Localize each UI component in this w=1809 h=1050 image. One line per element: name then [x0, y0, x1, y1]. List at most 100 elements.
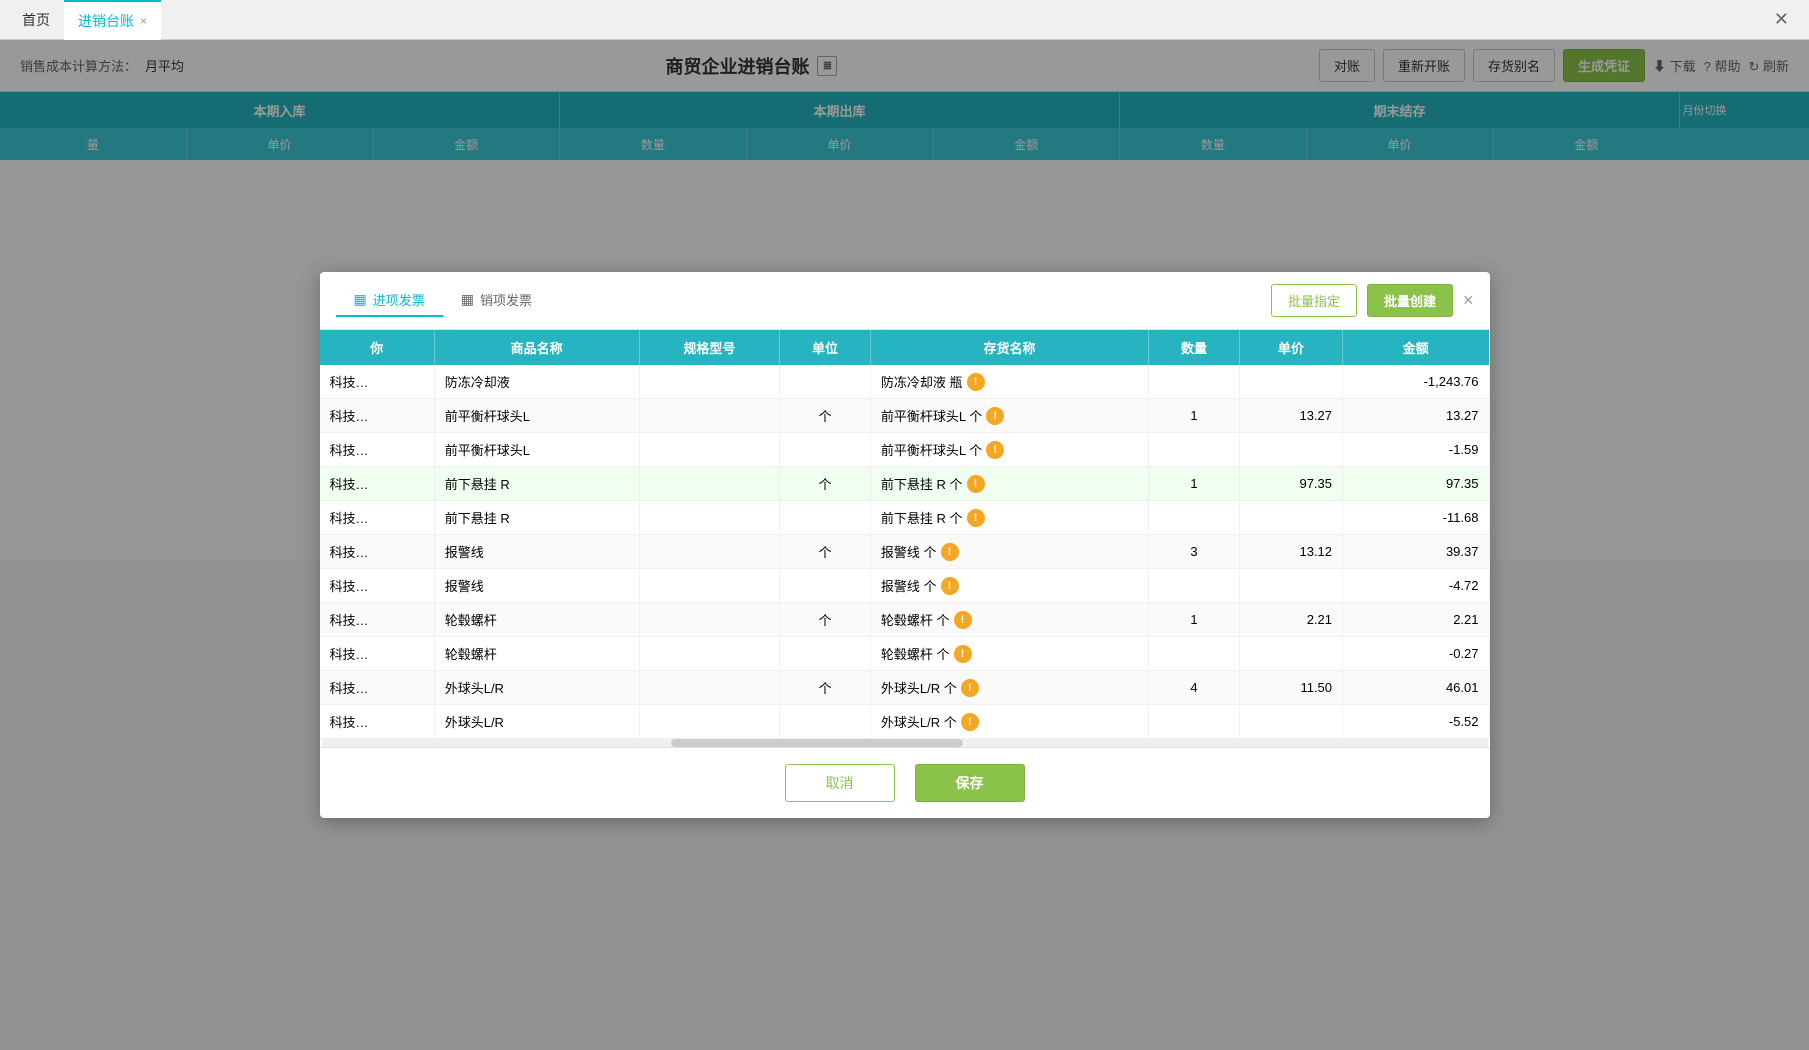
- modal-overlay: ▦ 进项发票 ▦ 销项发票 批量指定 批量创建 ×: [0, 40, 1809, 1050]
- cell-spec: [639, 535, 780, 569]
- cell-unit-price: 2.21: [1239, 603, 1342, 637]
- window-close-button[interactable]: ✕: [1762, 9, 1801, 30]
- cell-product-name: 报警线: [434, 569, 639, 603]
- cell-spec: [639, 637, 780, 671]
- modal-header-right: 批量指定 批量创建 ×: [1271, 284, 1474, 317]
- cell-supplier: 科技…: [320, 569, 435, 603]
- cell-quantity: 1: [1149, 603, 1240, 637]
- cell-spec: [639, 501, 780, 535]
- cell-quantity: [1149, 705, 1240, 739]
- xiaoxiang-tab-label: 销项发票: [480, 290, 532, 309]
- cell-amount: -0.27: [1343, 637, 1489, 671]
- table-row: 科技…外球头L/R 外球头L/R 个 ! -5.52: [320, 705, 1490, 739]
- cell-spec: [639, 569, 780, 603]
- modal-tabs: ▦ 进项发票 ▦ 销项发票: [336, 284, 551, 317]
- table-row: 科技…轮毂螺杆 轮毂螺杆 个 ! -0.27: [320, 637, 1490, 671]
- warning-icon: !: [941, 577, 959, 595]
- col-inventory-name: 存货名称: [870, 330, 1148, 365]
- cell-unit-price: [1239, 637, 1342, 671]
- cell-inventory-name: 前平衡杆球头L 个 !: [870, 399, 1148, 433]
- cell-amount: 39.37: [1343, 535, 1489, 569]
- modal-scroll-thumb: [671, 739, 963, 747]
- cell-product-name: 外球头L/R: [434, 705, 639, 739]
- tab-jinxiang[interactable]: ▦ 进项发票: [336, 284, 443, 317]
- batch-assign-button[interactable]: 批量指定: [1271, 284, 1357, 317]
- save-button[interactable]: 保存: [915, 764, 1025, 802]
- cell-unit-price: 13.27: [1239, 399, 1342, 433]
- warning-icon: !: [967, 475, 985, 493]
- modal-scroll-bar[interactable]: [322, 739, 1488, 747]
- warning-icon: !: [961, 713, 979, 731]
- cell-unit: 个: [780, 399, 871, 433]
- cell-spec: [639, 603, 780, 637]
- cell-quantity: [1149, 569, 1240, 603]
- cell-product-name: 前平衡杆球头L: [434, 433, 639, 467]
- cell-inventory-name: 前下悬挂 R 个 !: [870, 501, 1148, 535]
- cell-unit-price: [1239, 433, 1342, 467]
- cell-product-name: 前平衡杆球头L: [434, 399, 639, 433]
- col-amount: 金额: [1343, 330, 1489, 365]
- inventory-name-text: 轮毂螺杆 个: [881, 644, 950, 663]
- tab-home-label: 首页: [22, 10, 50, 30]
- table-row: 科技…轮毂螺杆个 轮毂螺杆 个 ! 12.212.21: [320, 603, 1490, 637]
- cell-spec: [639, 365, 780, 399]
- cell-product-name: 轮毂螺杆: [434, 603, 639, 637]
- modal-table-container: 你 商品名称 规格型号 单位 存货名称 数量 单价 金额 科技…防冻冷却液 防冻…: [320, 330, 1490, 739]
- cell-supplier: 科技…: [320, 433, 435, 467]
- table-row: 科技…防冻冷却液 防冻冷却液 瓶 ! -1,243.76: [320, 365, 1490, 399]
- cell-unit: [780, 705, 871, 739]
- cell-amount: -1,243.76: [1343, 365, 1489, 399]
- warning-icon: !: [961, 679, 979, 697]
- cancel-button[interactable]: 取消: [785, 764, 895, 802]
- tab-xiaoxiang[interactable]: ▦ 销项发票: [443, 284, 550, 317]
- cell-amount: 97.35: [1343, 467, 1489, 501]
- cell-spec: [639, 705, 780, 739]
- cell-unit: [780, 501, 871, 535]
- jinxiang-tab-label: 进项发票: [373, 290, 425, 309]
- cell-unit: [780, 569, 871, 603]
- jinxiang-tab-icon: ▦: [354, 291, 367, 308]
- tab-bar: 首页 进销台账 × ✕: [0, 0, 1809, 40]
- warning-icon: !: [941, 543, 959, 561]
- cell-quantity: 4: [1149, 671, 1240, 705]
- cell-inventory-name: 外球头L/R 个 !: [870, 705, 1148, 739]
- tab-ledger[interactable]: 进销台账 ×: [64, 0, 161, 40]
- inventory-name-text: 前下悬挂 R 个: [881, 508, 963, 527]
- tab-ledger-close[interactable]: ×: [140, 14, 147, 28]
- cell-quantity: [1149, 365, 1240, 399]
- cell-unit-price: [1239, 705, 1342, 739]
- cell-unit-price: 11.50: [1239, 671, 1342, 705]
- cell-supplier: 科技…: [320, 705, 435, 739]
- cell-amount: 13.27: [1343, 399, 1489, 433]
- table-row: 科技…前平衡杆球头L 前平衡杆球头L 个 ! -1.59: [320, 433, 1490, 467]
- cell-unit: 个: [780, 671, 871, 705]
- tab-home[interactable]: 首页: [8, 0, 64, 40]
- cell-product-name: 前下悬挂 R: [434, 501, 639, 535]
- batch-create-button[interactable]: 批量创建: [1367, 284, 1453, 317]
- table-header-row: 你 商品名称 规格型号 单位 存货名称 数量 单价 金额: [320, 330, 1490, 365]
- cell-supplier: 科技…: [320, 399, 435, 433]
- cell-supplier: 科技…: [320, 671, 435, 705]
- cell-quantity: [1149, 433, 1240, 467]
- warning-icon: !: [986, 441, 1004, 459]
- cell-quantity: [1149, 637, 1240, 671]
- cell-unit-price: 13.12: [1239, 535, 1342, 569]
- cell-amount: -1.59: [1343, 433, 1489, 467]
- cell-unit: [780, 637, 871, 671]
- col-product-name: 商品名称: [434, 330, 639, 365]
- cell-inventory-name: 外球头L/R 个 !: [870, 671, 1148, 705]
- cell-supplier: 科技…: [320, 467, 435, 501]
- cell-inventory-name: 轮毂螺杆 个 !: [870, 637, 1148, 671]
- modal-table: 你 商品名称 规格型号 单位 存货名称 数量 单价 金额 科技…防冻冷却液 防冻…: [320, 330, 1490, 739]
- cell-inventory-name: 报警线 个 !: [870, 535, 1148, 569]
- cell-inventory-name: 防冻冷却液 瓶 !: [870, 365, 1148, 399]
- cell-product-name: 轮毂螺杆: [434, 637, 639, 671]
- cell-supplier: 科技…: [320, 501, 435, 535]
- cell-supplier: 科技…: [320, 535, 435, 569]
- modal-close-button[interactable]: ×: [1463, 290, 1474, 311]
- cell-unit-price: 97.35: [1239, 467, 1342, 501]
- warning-icon: !: [986, 407, 1004, 425]
- cell-unit-price: [1239, 569, 1342, 603]
- table-row: 科技…前下悬挂 R 前下悬挂 R 个 ! -11.68: [320, 501, 1490, 535]
- cell-quantity: 1: [1149, 399, 1240, 433]
